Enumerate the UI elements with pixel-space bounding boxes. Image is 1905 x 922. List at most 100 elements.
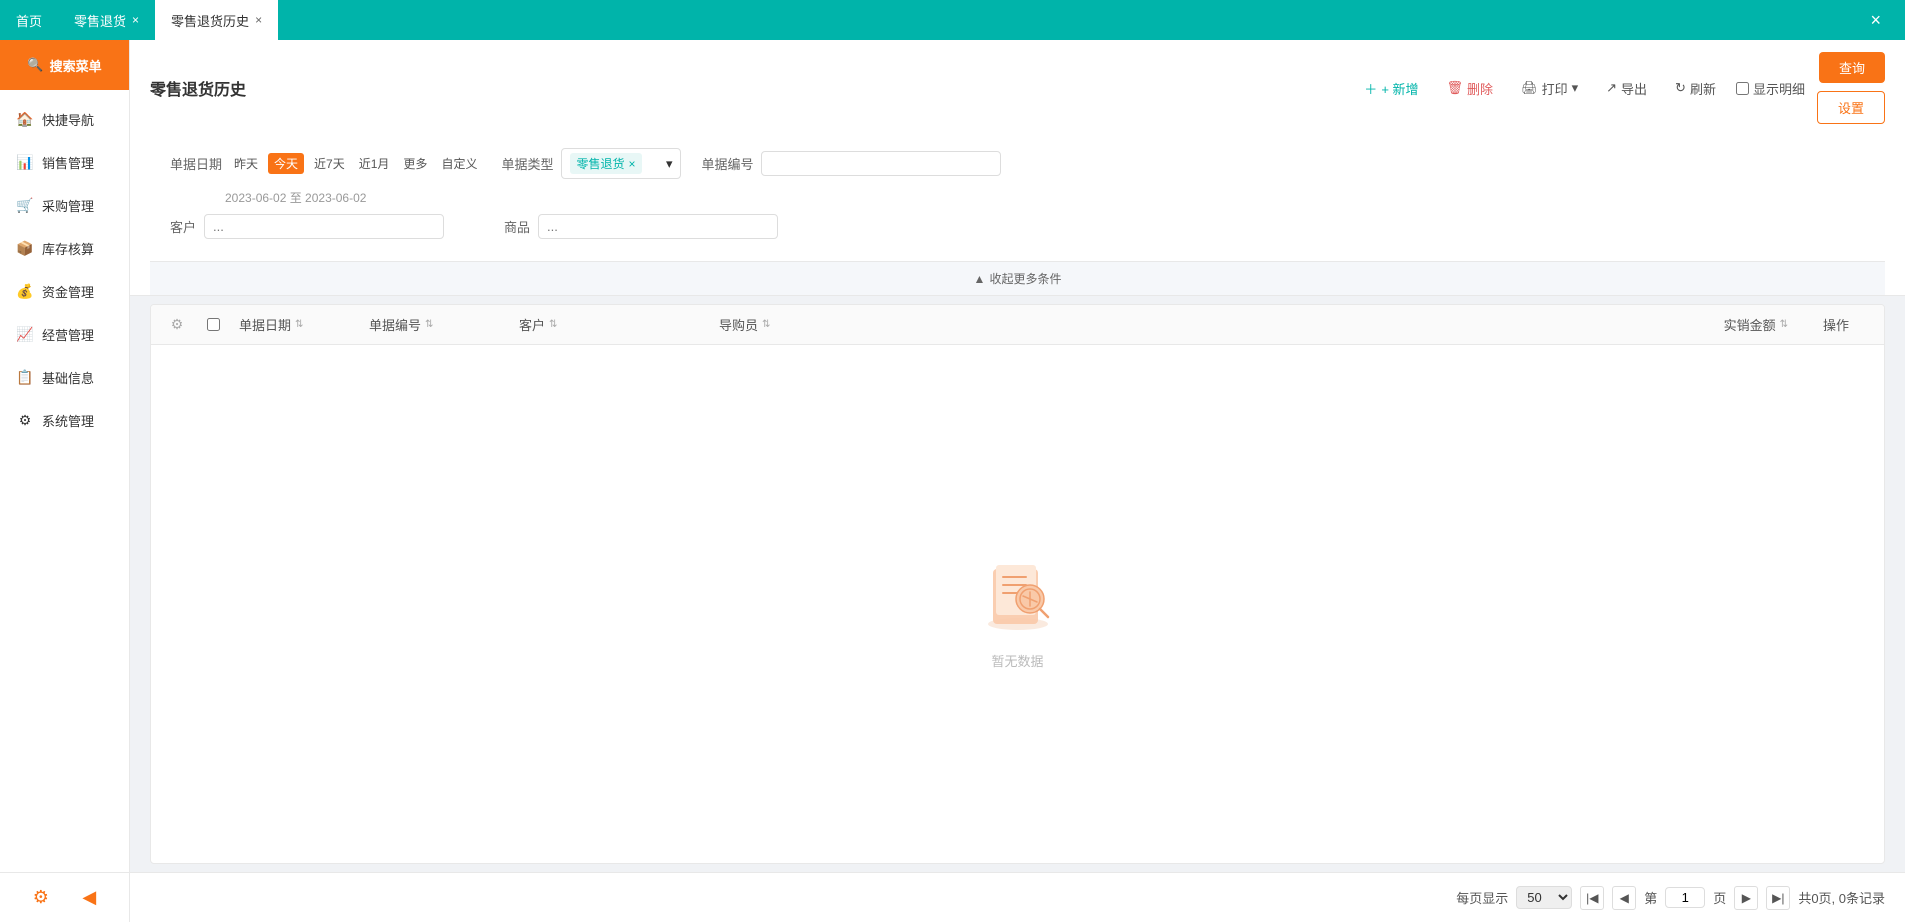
- sidebar: 🔍 搜索菜单 🏠 快捷导航 📊 销售管理 🛒 采购管理 📦 库存核算 💰: [0, 40, 130, 922]
- filter-number: 单据编号: [701, 151, 1001, 176]
- refresh-button[interactable]: ↻ 刷新: [1667, 75, 1724, 102]
- th-guide-label: 导购员: [719, 315, 758, 334]
- th-date-sort-icon: ⇅: [295, 319, 303, 330]
- filter-area: 单据日期 昨天 今天 近7天 近1月 更多 自定义 单据类型: [150, 136, 1885, 261]
- sidebar-item-business-label: 经营管理: [42, 325, 94, 344]
- page-number-input[interactable]: 1: [1665, 887, 1705, 908]
- delete-button[interactable]: 🗑 删除: [1439, 75, 1502, 102]
- print-dropdown-icon: ▾: [1572, 80, 1579, 96]
- sidebar-item-basicinfo[interactable]: 📋 基础信息: [0, 356, 129, 399]
- tab-home[interactable]: 首页: [0, 0, 58, 40]
- th-amount[interactable]: 实销金额 ⇅: [1676, 315, 1796, 334]
- date-7days[interactable]: 近7天: [310, 153, 349, 174]
- sidebar-item-finance[interactable]: 💰 资金管理: [0, 270, 129, 313]
- finance-icon: 💰: [16, 283, 34, 301]
- th-number-label: 单据编号: [369, 315, 421, 334]
- date-today[interactable]: 今天: [268, 153, 304, 174]
- sidebar-item-sales[interactable]: 📊 销售管理: [0, 141, 129, 184]
- collapse-icon: ▲: [974, 272, 986, 286]
- sidebar-item-quicknav-label: 快捷导航: [42, 110, 94, 129]
- inventory-icon: 📦: [16, 240, 34, 258]
- top-bar-right: ×: [1862, 10, 1905, 31]
- th-date[interactable]: 单据日期 ⇅: [231, 315, 361, 334]
- type-tag-label: 零售退货: [576, 155, 624, 172]
- system-icon: ⚙: [16, 412, 34, 430]
- show-detail-checkbox-input[interactable]: [1736, 82, 1749, 95]
- th-ops-label: 操作: [1823, 315, 1849, 334]
- th-number-sort-icon: ⇅: [425, 319, 433, 330]
- goods-filter-input[interactable]: [538, 214, 778, 239]
- tab-retail-return-label: 零售退货: [74, 11, 126, 30]
- tab-retail-return-history-close[interactable]: ×: [255, 13, 262, 27]
- number-filter-input[interactable]: [761, 151, 1001, 176]
- sidebar-item-business[interactable]: 📈 经营管理: [0, 313, 129, 356]
- th-customer[interactable]: 客户 ⇅: [511, 315, 711, 334]
- empty-text: 暂无数据: [991, 651, 1043, 670]
- query-setting-col: 查询 设置: [1817, 52, 1885, 124]
- th-amount-label: 实销金额: [1724, 315, 1776, 334]
- sidebar-item-inventory[interactable]: 📦 库存核算: [0, 227, 129, 270]
- table-area: ⚙ 单据日期 ⇅ 单据编号 ⇅ 客户 ⇅ 导购员: [150, 304, 1885, 864]
- date-1month[interactable]: 近1月: [355, 153, 394, 174]
- home-icon: 🏠: [16, 111, 34, 129]
- page-prev-button[interactable]: ◀: [1612, 886, 1636, 910]
- th-number[interactable]: 单据编号 ⇅: [361, 315, 511, 334]
- th-guide-sort-icon: ⇅: [762, 319, 770, 330]
- th-guide[interactable]: 导购员 ⇅: [711, 315, 831, 334]
- window-close-button[interactable]: ×: [1862, 10, 1889, 31]
- show-detail-label: 显示明细: [1753, 79, 1805, 98]
- sidebar-item-system[interactable]: ⚙ 系统管理: [0, 399, 129, 442]
- th-amount-sort-icon: ⇅: [1780, 319, 1788, 330]
- date-more[interactable]: 更多: [399, 153, 431, 174]
- filter-type: 单据类型 零售退货 × ▾: [501, 148, 681, 179]
- export-button[interactable]: ↗ 导出: [1598, 75, 1655, 102]
- collapse-button[interactable]: ▲ 收起更多条件: [150, 266, 1885, 291]
- date-range-display: 2023-06-02 至 2023-06-02: [225, 189, 1865, 206]
- page-title: 零售退货历史: [150, 76, 246, 100]
- main-layout: 🔍 搜索菜单 🏠 快捷导航 📊 销售管理 🛒 采购管理 📦 库存核算 💰: [0, 40, 1905, 922]
- settings-icon[interactable]: ⚙: [33, 887, 49, 908]
- type-filter-select[interactable]: 零售退货 × ▾: [561, 148, 681, 179]
- date-filter-label: 单据日期: [170, 154, 222, 173]
- add-button[interactable]: ＋ + 新增: [1356, 75, 1426, 102]
- business-icon: 📈: [16, 326, 34, 344]
- total-info: 共0页, 0条记录: [1798, 888, 1885, 907]
- page-next-button[interactable]: ▶: [1734, 886, 1758, 910]
- date-custom[interactable]: 自定义: [437, 153, 481, 174]
- toolbar: ＋ + 新增 🗑 删除 🖨 打印 ▾ ↗: [1356, 52, 1885, 124]
- refresh-label: 刷新: [1690, 79, 1716, 98]
- th-checkbox[interactable]: [195, 318, 231, 331]
- sidebar-search-label: 搜索菜单: [50, 56, 102, 75]
- customer-filter-input[interactable]: [204, 214, 444, 239]
- th-settings[interactable]: ⚙: [159, 316, 195, 333]
- sidebar-search[interactable]: 🔍 搜索菜单: [0, 40, 129, 90]
- tab-retail-return-history[interactable]: 零售退货历史 ×: [155, 0, 278, 40]
- sidebar-nav: 🏠 快捷导航 📊 销售管理 🛒 采购管理 📦 库存核算 💰 资金管理 📈: [0, 90, 129, 872]
- collapse-sidebar-icon[interactable]: ◀: [82, 887, 96, 908]
- type-select-arrow: ▾: [666, 156, 673, 172]
- print-button[interactable]: 🖨 打印 ▾: [1513, 75, 1586, 102]
- add-icon: ＋: [1364, 79, 1377, 98]
- tab-retail-return-history-label: 零售退货历史: [171, 11, 249, 30]
- sidebar-item-purchase[interactable]: 🛒 采购管理: [0, 184, 129, 227]
- customer-filter-label: 客户: [170, 217, 196, 236]
- number-filter-label: 单据编号: [701, 154, 753, 173]
- page-first-button[interactable]: |◀: [1580, 886, 1604, 910]
- delete-label: 删除: [1467, 79, 1493, 98]
- filter-date: 单据日期 昨天 今天 近7天 近1月 更多 自定义: [170, 153, 481, 174]
- type-tag-close[interactable]: ×: [628, 157, 635, 171]
- select-all-checkbox[interactable]: [207, 318, 220, 331]
- date-yesterday[interactable]: 昨天: [230, 153, 262, 174]
- setting-button[interactable]: 设置: [1817, 91, 1885, 124]
- date-shortcuts: 昨天 今天 近7天 近1月 更多 自定义: [230, 153, 481, 174]
- tab-retail-return-close[interactable]: ×: [132, 13, 139, 27]
- th-date-label: 单据日期: [239, 315, 291, 334]
- tab-retail-return[interactable]: 零售退货 ×: [58, 0, 155, 40]
- page-size-select[interactable]: 10 20 50 100: [1516, 886, 1572, 909]
- show-detail-checkbox[interactable]: 显示明细: [1736, 79, 1805, 98]
- sidebar-item-quicknav[interactable]: 🏠 快捷导航: [0, 98, 129, 141]
- add-label: + 新增: [1381, 79, 1418, 98]
- page-last-button[interactable]: ▶|: [1766, 886, 1790, 910]
- delete-icon: 🗑: [1447, 80, 1464, 96]
- query-button[interactable]: 查询: [1819, 52, 1885, 83]
